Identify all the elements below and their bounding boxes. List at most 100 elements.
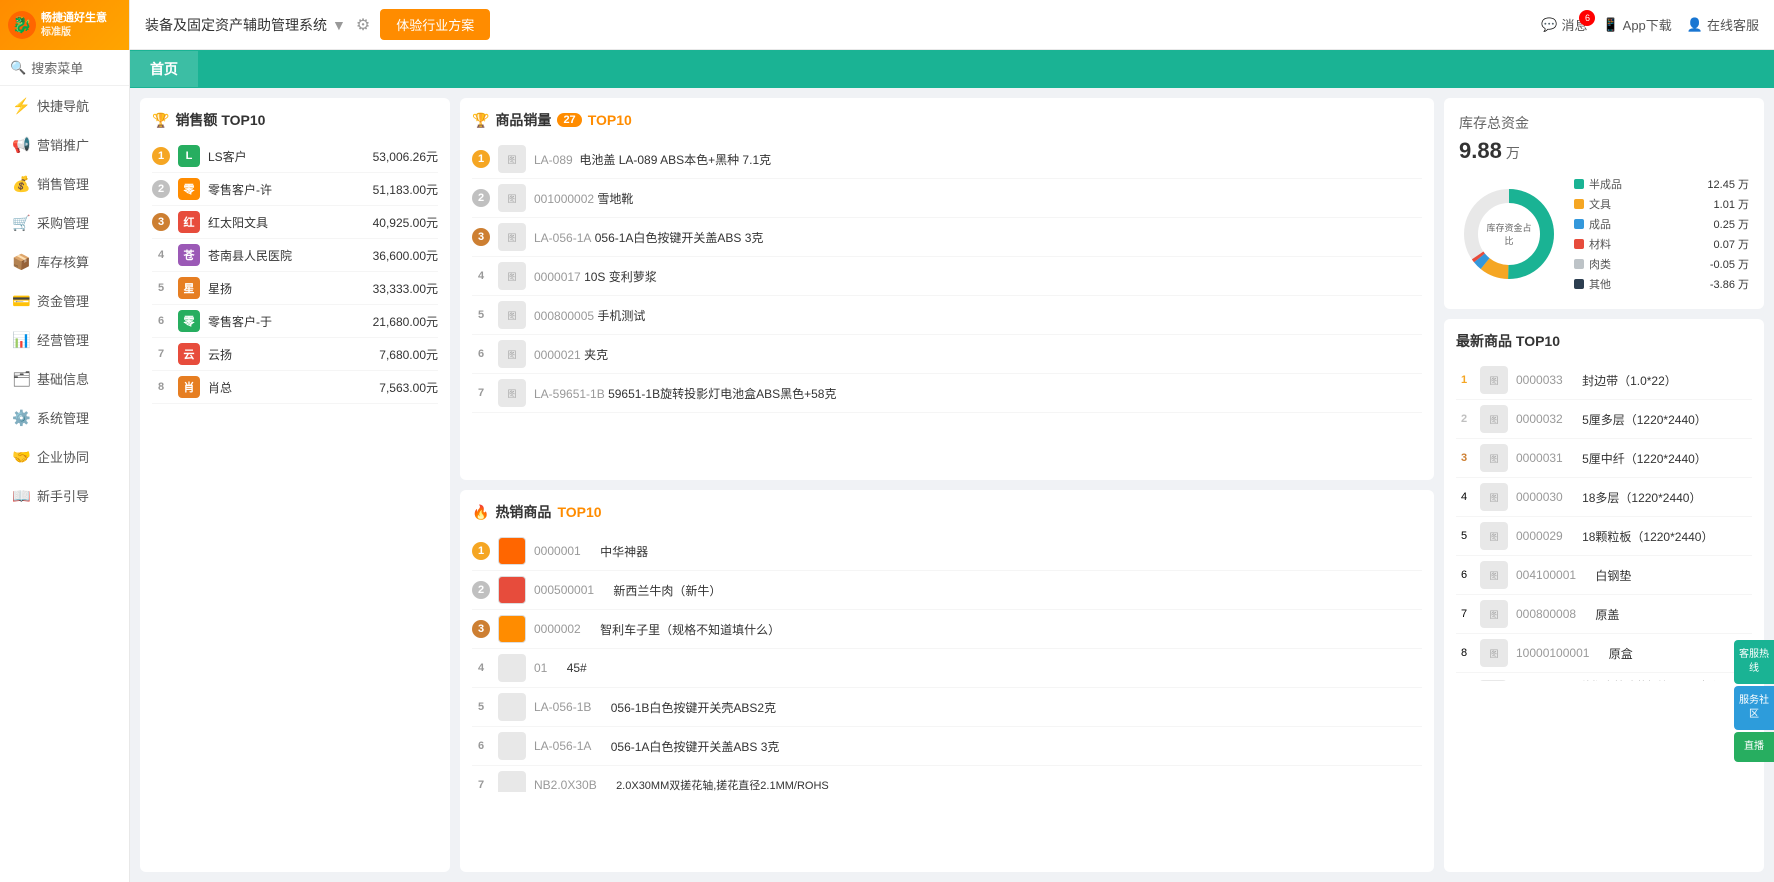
list-item: 7 云 云扬 7,680.00元 [152, 338, 438, 371]
rank-num: 6 [472, 345, 490, 363]
product-thumb: 图 [1479, 680, 1507, 681]
finance-icon: 💳 [12, 292, 30, 310]
sidebar-item-basics[interactable]: 🗂 基础信息 [0, 359, 129, 398]
app-logo: 🐉 畅捷通好生意 标准版 [0, 0, 129, 50]
product-thumb [498, 693, 526, 721]
product-sales-title: 🏆 商品销量 27 TOP10 [472, 110, 1422, 130]
product-info: 0000021 夹克 [534, 346, 1422, 363]
operations-label: 经营管理 [37, 330, 89, 349]
sidebar-item-inventory[interactable]: 📦 库存核算 [0, 242, 129, 281]
app-name: 畅捷通好生意 标准版 [41, 11, 107, 38]
app-download-btn[interactable]: 📱 App下载 [1602, 15, 1671, 34]
sidebar-item-guide[interactable]: 📖 新手引导 [0, 476, 129, 515]
try-btn[interactable]: 体验行业方案 [380, 9, 490, 40]
purchase-icon: 🛒 [12, 214, 30, 232]
list-item: 2 图 001000002 雪地靴 [472, 179, 1422, 218]
list-item: 6 图 004100001 白钢垫 [1456, 556, 1752, 595]
customer-badge: 苍 [178, 244, 200, 266]
rank-num: 2 [472, 189, 490, 207]
product-info: LA-089 电池盖 LA-089 ABS本色+黑种 7.1克 [534, 151, 1422, 168]
trophy-icon: 🏆 [152, 112, 169, 129]
legend-dot [1574, 279, 1584, 289]
list-item: 2 图 0000032 5厘多层（1220*2440） [1456, 400, 1752, 439]
online-service-label: 在线客服 [1707, 15, 1759, 34]
messages-btn[interactable]: 💬 消息 6 [1541, 15, 1587, 34]
product-thumb [498, 732, 526, 760]
search-menu[interactable]: 🔍 搜索菜单 [0, 50, 129, 86]
sidebar-nav: ⚡ 快捷导航 📢 营销推广 💰 销售管理 🛒 采购管理 📦 库存核算 💳 资金管… [0, 86, 129, 882]
marketing-icon: 📢 [12, 136, 30, 154]
rank-num: 7 [152, 345, 170, 363]
sales-top10-card: 🏆 销售额 TOP10 1 L LS客户 53,006.26元 2 [140, 98, 450, 872]
product-thumb: 图 [1480, 483, 1508, 511]
legend-dot [1574, 219, 1584, 229]
latest-title: 最新商品 TOP10 [1456, 331, 1752, 351]
live-label: 直播 [1744, 741, 1764, 752]
service-label: 客服热线 [1739, 649, 1769, 674]
product-thumb [498, 576, 526, 604]
product-info: LA-056-1A 056-1A白色按键开关盖ABS 3克 [534, 229, 1422, 246]
sidebar-item-operations[interactable]: 📊 经营管理 [0, 320, 129, 359]
rank-num: 3 [472, 228, 490, 246]
list-item: 1 0000001 中华神器 [472, 532, 1422, 571]
search-label: 搜索菜单 [31, 58, 83, 77]
rank-num: 5 [152, 279, 170, 297]
list-item: 4 苍 苍南县人民医院 36,600.00元 [152, 239, 438, 272]
fire-icon: 🔥 [472, 504, 489, 521]
product-thumb [498, 537, 526, 565]
tab-home[interactable]: 首页 [130, 51, 198, 87]
list-item: 8 肖 肖总 7,563.00元 [152, 371, 438, 404]
inventory-amount: 9.88 万 [1459, 138, 1749, 164]
header: 装备及固定资产辅助管理系统 ▼ ⚙ 体验行业方案 💬 消息 6 📱 App下载 … [130, 0, 1774, 50]
list-item: 6 LA-056-1A 056-1A白色按键开关盖ABS 3克 [472, 727, 1422, 766]
list-item: 4 图 0000030 18多层（1220*2440） [1456, 478, 1752, 517]
product-badge: 27 [557, 113, 581, 127]
system-icon: ⚙️ [12, 409, 30, 427]
product-thumb: 图 [498, 301, 526, 329]
sidebar-item-purchase[interactable]: 🛒 采购管理 [0, 203, 129, 242]
rank-num: 8 [152, 378, 170, 396]
product-thumb: 图 [1480, 366, 1508, 394]
sidebar: 🐉 畅捷通好生意 标准版 🔍 搜索菜单 ⚡ 快捷导航 📢 营销推广 💰 销售管理… [0, 0, 130, 882]
product-thumb: 图 [498, 145, 526, 173]
online-service-btn[interactable]: 👤 在线客服 [1687, 15, 1759, 34]
rank-num: 5 [472, 306, 490, 324]
sidebar-item-enterprise[interactable]: 🤝 企业协同 [0, 437, 129, 476]
product-info: 0000017 10S 变利萝浆 [534, 268, 1422, 285]
float-community[interactable]: 服务社区 [1734, 686, 1774, 730]
legend-item: 肉类 -0.05 万 [1574, 254, 1749, 274]
rank-medal: 3 [152, 213, 170, 231]
sales-title: 🏆 销售额 TOP10 [152, 110, 438, 130]
chevron-down-icon[interactable]: ▼ [332, 17, 346, 33]
float-customer-service[interactable]: 客服热线 [1734, 640, 1774, 684]
list-item: 4 01 45# [472, 649, 1422, 688]
settings-icon[interactable]: ⚙ [356, 15, 370, 35]
sales-list: 1 L LS客户 53,006.26元 2 零 零售客户-许 51,183.00… [152, 140, 438, 404]
sidebar-item-quick-nav[interactable]: ⚡ 快捷导航 [0, 86, 129, 125]
customer-badge: 零 [178, 310, 200, 332]
hot-products-list[interactable]: 1 0000001 中华神器 2 000500001 新西兰牛肉（新牛） [472, 532, 1422, 792]
product-info: 001000002 雪地靴 [534, 190, 1422, 207]
quick-nav-label: 快捷导航 [37, 96, 89, 115]
list-item: 3 0000002 智利车子里（规格不知道填什么） [472, 610, 1422, 649]
product-thumb [498, 654, 526, 682]
floating-buttons: 客服热线 服务社区 直播 [1734, 640, 1774, 762]
service-icon: 👤 [1687, 17, 1703, 33]
list-item: 7 NB2.0X30B 2.0X30MM双搓花轴,搓花直径2.1MM/ROHS [472, 766, 1422, 792]
float-live[interactable]: 直播 [1734, 732, 1774, 762]
legend-dot [1574, 259, 1584, 269]
quick-nav-icon: ⚡ [12, 97, 30, 115]
sidebar-item-system[interactable]: ⚙️ 系统管理 [0, 398, 129, 437]
sidebar-item-finance[interactable]: 💳 资金管理 [0, 281, 129, 320]
product-sales-list[interactable]: 1 图 LA-089 电池盖 LA-089 ABS本色+黑种 7.1克 2 图 [472, 140, 1422, 413]
product-thumb: 图 [1480, 561, 1508, 589]
sidebar-item-marketing[interactable]: 📢 营销推广 [0, 125, 129, 164]
sidebar-item-sales[interactable]: 💰 销售管理 [0, 164, 129, 203]
guide-label: 新手引导 [37, 486, 89, 505]
latest-products-list[interactable]: 1 图 0000033 封边带（1.0*22） 2 图 0000032 5厘多层… [1456, 361, 1752, 681]
inventory-card: 库存总资金 9.88 万 [1444, 98, 1764, 309]
logo-icon: 🐉 [8, 11, 36, 39]
product-thumb: 图 [498, 340, 526, 368]
list-item: 7 图 LA-59651-1B 59651-1B旋转投影灯电池盒ABS黑色+58… [472, 374, 1422, 413]
hot-products-card: 🔥 热销商品 TOP10 1 0000001 中华神器 [460, 490, 1434, 872]
